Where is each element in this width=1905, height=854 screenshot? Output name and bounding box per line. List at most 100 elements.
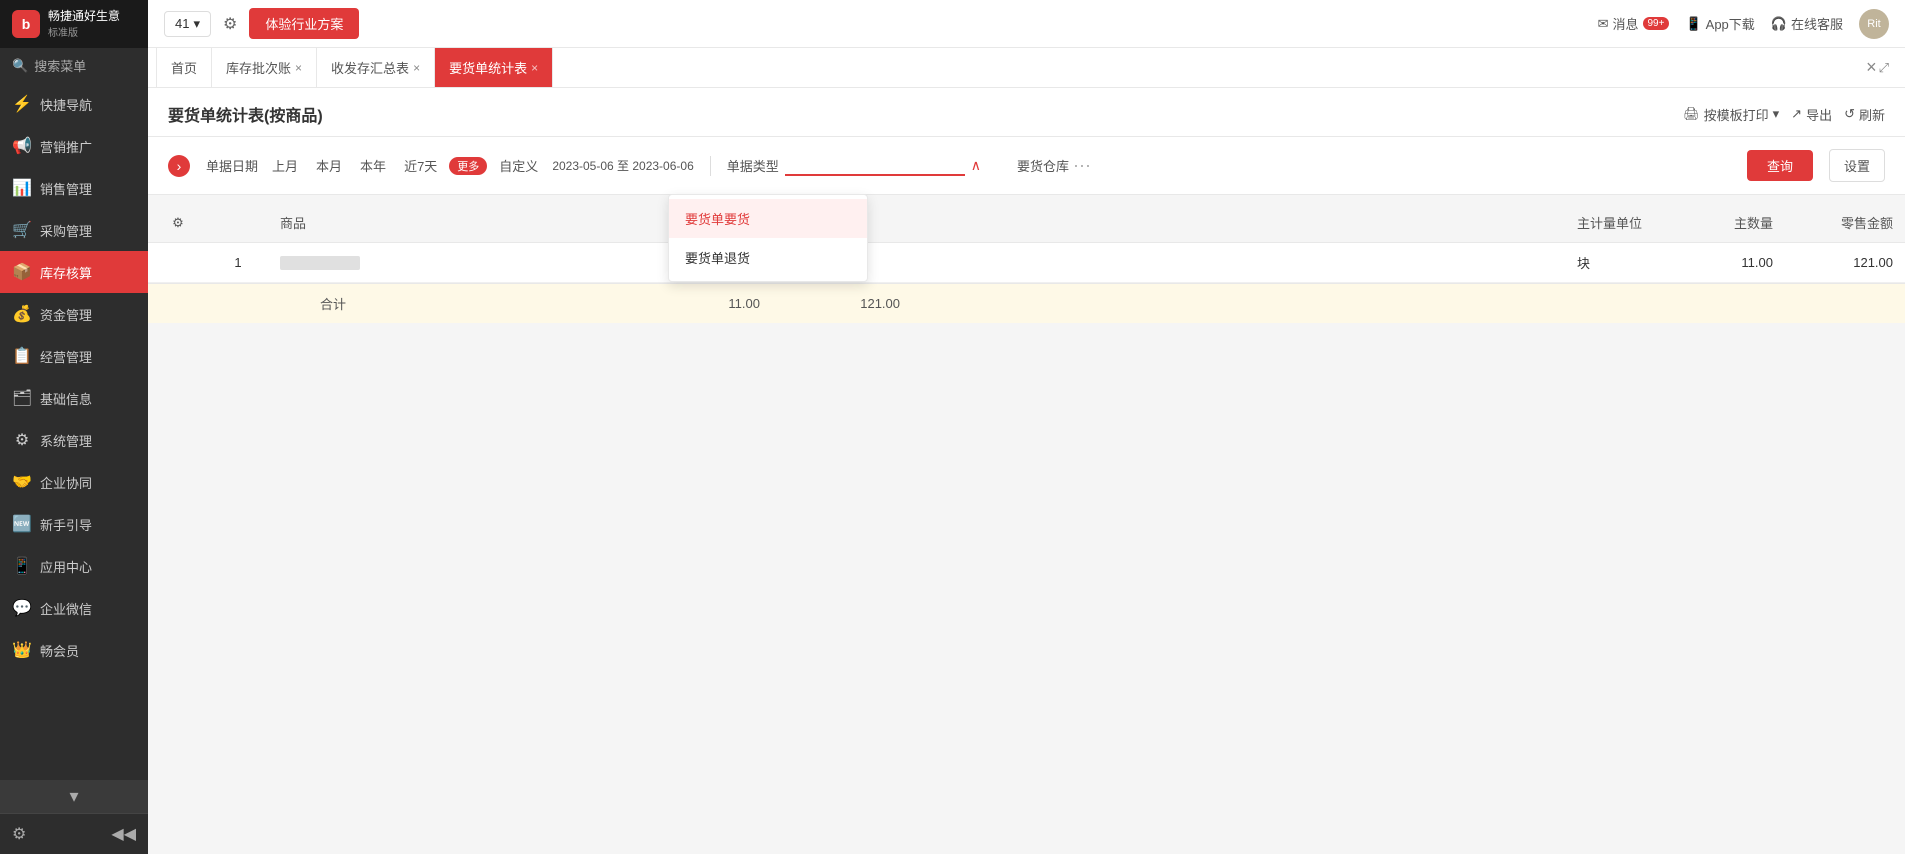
- th-settings[interactable]: ⚙: [148, 203, 208, 243]
- marketing-icon: 📢: [12, 136, 32, 156]
- filter-bar: › 单据日期 上月 本月 本年 近7天 更多 自定义 2023-05-06 至 …: [148, 137, 1905, 195]
- close-all-tabs[interactable]: × ⤢: [1858, 57, 1897, 78]
- sidebar-item-finance[interactable]: 💰 资金管理: [0, 293, 148, 335]
- sidebar-item-label: 采购管理: [40, 221, 92, 240]
- sidebar-item-system[interactable]: ⚙ 系统管理: [0, 419, 148, 461]
- warehouse-more-icon[interactable]: ···: [1073, 155, 1091, 176]
- tab-order-stats-label: 要货单统计表: [449, 58, 527, 77]
- sidebar-item-label: 营销推广: [40, 137, 92, 156]
- main-content: 41 ▾ ⚙ 体验行业方案 ✉ 消息 99+ 📱 App下载 🎧 在线客服 Ri…: [148, 0, 1905, 854]
- warehouse-filter-group: 要货仓库 ···: [1017, 155, 1091, 176]
- row-unit-cell: 块: [1565, 243, 1665, 283]
- phone-icon: 📱: [1685, 16, 1701, 32]
- app-label: App下载: [1706, 14, 1755, 33]
- msg-label: 消息: [1612, 14, 1638, 33]
- sidebar-item-quick-nav[interactable]: ⚡ 快捷导航: [0, 83, 148, 125]
- msg-btn[interactable]: ✉ 消息 99+: [1598, 14, 1670, 33]
- tab-summary[interactable]: 收发存汇总表 ×: [317, 48, 435, 87]
- purchase-icon: 🛒: [12, 220, 32, 240]
- date-btn-this-year[interactable]: 本年: [354, 154, 392, 177]
- quick-nav-icon: ⚡: [12, 94, 32, 114]
- settings-gear-icon[interactable]: ⚙: [223, 14, 237, 34]
- system-icon: ⚙: [12, 430, 32, 450]
- type-dropdown: 要货单要货 要货单退货: [668, 194, 868, 282]
- sidebar-item-collab[interactable]: 🤝 企业协同: [0, 461, 148, 503]
- date-btn-last-month[interactable]: 上月: [266, 154, 304, 177]
- sidebar: b 畅捷通好生意 标准版 🔍 搜索菜单 ⚡ 快捷导航 📢 营销推广 📊 销售管理…: [0, 0, 148, 854]
- tab-home[interactable]: 首页: [156, 48, 212, 87]
- page-content: 要货单统计表(按商品) 🖨 按模板打印 ▾ ↗ 导出 ↺ 刷新 ›: [148, 88, 1905, 854]
- footer-amount: 121.00: [780, 296, 900, 311]
- trial-btn[interactable]: 体验行业方案: [249, 8, 359, 39]
- row-settings-cell: [148, 243, 208, 283]
- date-btn-custom[interactable]: 自定义: [493, 154, 544, 177]
- dropdown-item-order[interactable]: 要货单要货: [669, 199, 867, 238]
- column-settings-icon[interactable]: ⚙: [172, 215, 184, 230]
- refresh-icon: ↺: [1844, 106, 1855, 122]
- maximize-icon: ⤢: [1879, 60, 1889, 76]
- sidebar-item-label: 新手引导: [40, 515, 92, 534]
- footer-settings-icon[interactable]: ⚙: [12, 824, 26, 844]
- logo-icon: b: [12, 10, 40, 38]
- th-unit: 主计量单位: [1565, 203, 1665, 243]
- sidebar-item-basic[interactable]: 🗂 基础信息: [0, 377, 148, 419]
- sidebar-item-label: 资金管理: [40, 305, 92, 324]
- sidebar-item-operation[interactable]: 📋 经营管理: [0, 335, 148, 377]
- filter-divider-1: [710, 156, 711, 176]
- sidebar-item-purchase[interactable]: 🛒 采购管理: [0, 209, 148, 251]
- date-filter-label: 单据日期: [206, 156, 258, 175]
- collab-icon: 🤝: [12, 472, 32, 492]
- sidebar-search[interactable]: 🔍 搜索菜单: [0, 48, 148, 83]
- sidebar-item-inventory[interactable]: 📦 库存核算: [0, 251, 148, 293]
- sidebar-item-sales[interactable]: 📊 销售管理: [0, 167, 148, 209]
- query-btn[interactable]: 查询: [1747, 150, 1813, 181]
- service-btn[interactable]: 🎧 在线客服: [1771, 14, 1843, 33]
- tab-batch-close[interactable]: ×: [295, 61, 302, 75]
- sidebar-item-marketing[interactable]: 📢 营销推广: [0, 125, 148, 167]
- member-icon: 👑: [12, 640, 32, 660]
- footer-qty: 11.00: [640, 296, 760, 311]
- close-all-icon: ×: [1866, 57, 1877, 78]
- type-filter-input[interactable]: [785, 155, 965, 176]
- date-btn-7days[interactable]: 近7天: [398, 154, 443, 177]
- sidebar-item-guide[interactable]: 🆕 新手引导: [0, 503, 148, 545]
- dropdown-item-return[interactable]: 要货单退货: [669, 238, 867, 277]
- tab-order-stats-close[interactable]: ×: [531, 61, 538, 75]
- user-avatar[interactable]: Rit: [1859, 9, 1889, 39]
- operation-icon: 📋: [12, 346, 32, 366]
- tab-batch-label: 库存批次账: [226, 58, 291, 77]
- basic-icon: 🗂: [12, 388, 32, 408]
- wechat-icon: 💬: [12, 598, 32, 618]
- tab-home-label: 首页: [171, 58, 197, 77]
- export-btn[interactable]: ↗ 导出: [1791, 105, 1832, 124]
- company-selector[interactable]: 41 ▾: [164, 11, 211, 37]
- data-table-container: ⚙ 商品 主计量单位 主数量 零售金额 1: [148, 203, 1905, 283]
- tab-batch[interactable]: 库存批次账 ×: [212, 48, 317, 87]
- filter-settings-btn[interactable]: 设置: [1829, 149, 1885, 182]
- apps-icon: 📱: [12, 556, 32, 576]
- sidebar-collapse-icon[interactable]: ◀◀: [111, 824, 136, 844]
- printer-icon: 🖨: [1683, 106, 1700, 122]
- th-num: [208, 203, 268, 243]
- sidebar-item-apps[interactable]: 📱 应用中心: [0, 545, 148, 587]
- date-btn-this-month[interactable]: 本月: [310, 154, 348, 177]
- sidebar-scroll-down[interactable]: ▾: [0, 780, 148, 813]
- refresh-btn[interactable]: ↺ 刷新: [1844, 105, 1885, 124]
- sidebar-item-label: 经营管理: [40, 347, 92, 366]
- search-icon: 🔍: [12, 58, 28, 74]
- print-label: 按模板打印: [1704, 105, 1769, 124]
- tab-bar: 首页 库存批次账 × 收发存汇总表 × 要货单统计表 × × ⤢: [148, 48, 1905, 88]
- app-download-btn[interactable]: 📱 App下载: [1685, 14, 1754, 33]
- search-label: 搜索菜单: [34, 56, 86, 75]
- tab-summary-close[interactable]: ×: [413, 61, 420, 75]
- sidebar-item-wechat[interactable]: 💬 企业微信: [0, 587, 148, 629]
- sidebar-item-member[interactable]: 👑 畅会员: [0, 629, 148, 671]
- date-btn-more[interactable]: 更多: [449, 157, 487, 175]
- goods-name-placeholder: [280, 256, 360, 270]
- tab-order-stats[interactable]: 要货单统计表 ×: [435, 48, 553, 87]
- filter-expand-btn[interactable]: ›: [168, 155, 190, 177]
- date-range-display: 2023-05-06 至 2023-06-06: [552, 157, 693, 174]
- th-amount: 零售金额: [1785, 203, 1905, 243]
- type-dropdown-chevron-up-icon[interactable]: ∧: [971, 157, 981, 174]
- print-btn[interactable]: 🖨 按模板打印 ▾: [1683, 105, 1779, 124]
